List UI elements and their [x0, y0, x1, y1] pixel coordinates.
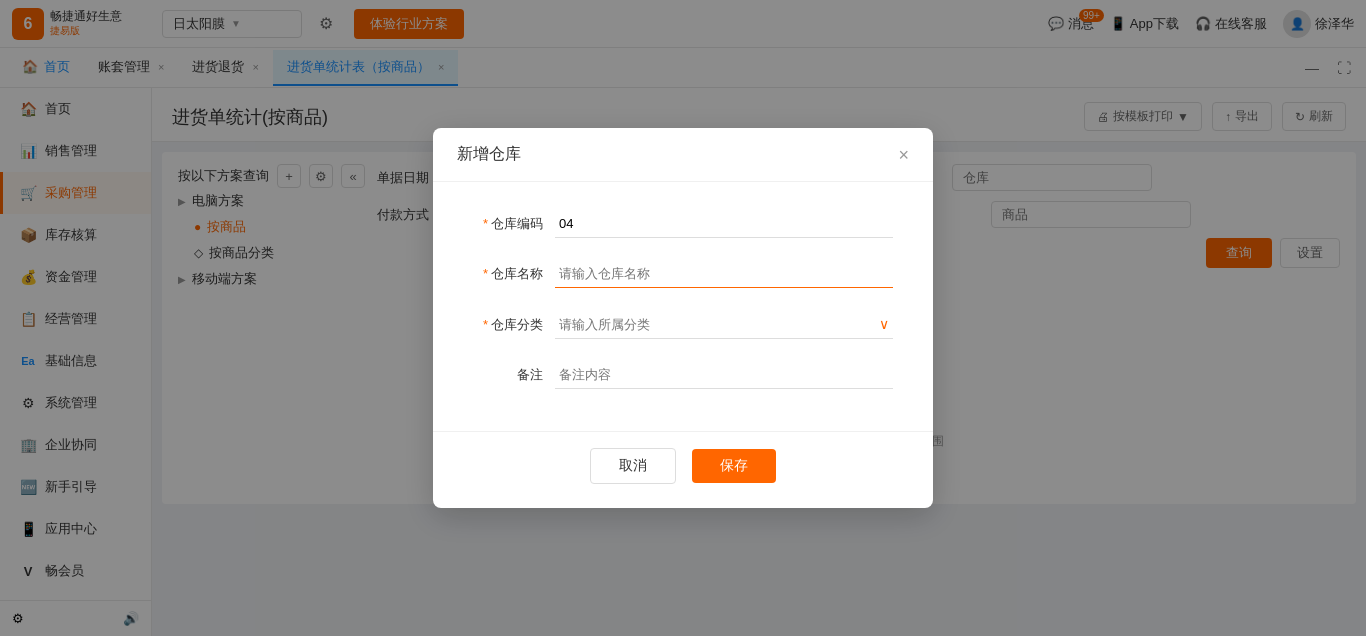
category-label: 仓库分类 [473, 316, 543, 334]
note-input[interactable] [555, 361, 893, 389]
category-dropdown-icon[interactable]: ∨ [879, 316, 889, 332]
modal-overlay[interactable]: 新增仓库 × 仓库编码 仓库名称 仓库分类 ∨ 备注 [0, 0, 1366, 636]
note-label: 备注 [473, 366, 543, 384]
modal-header: 新增仓库 × [433, 128, 933, 182]
code-input[interactable] [555, 210, 893, 238]
modal-title: 新增仓库 [457, 144, 521, 165]
name-input[interactable] [555, 260, 893, 288]
name-label: 仓库名称 [473, 265, 543, 283]
form-row-code: 仓库编码 [473, 210, 893, 238]
new-warehouse-modal: 新增仓库 × 仓库编码 仓库名称 仓库分类 ∨ 备注 [433, 128, 933, 508]
modal-body: 仓库编码 仓库名称 仓库分类 ∨ 备注 [433, 182, 933, 431]
save-button[interactable]: 保存 [692, 449, 776, 483]
code-label: 仓库编码 [473, 215, 543, 233]
form-row-note: 备注 [473, 361, 893, 389]
cancel-button[interactable]: 取消 [590, 448, 676, 484]
form-row-name: 仓库名称 [473, 260, 893, 288]
form-row-category: 仓库分类 ∨ [473, 310, 893, 339]
category-select-input[interactable] [559, 317, 879, 332]
category-select[interactable]: ∨ [555, 310, 893, 339]
modal-close-button[interactable]: × [898, 146, 909, 164]
modal-footer: 取消 保存 [433, 431, 933, 508]
